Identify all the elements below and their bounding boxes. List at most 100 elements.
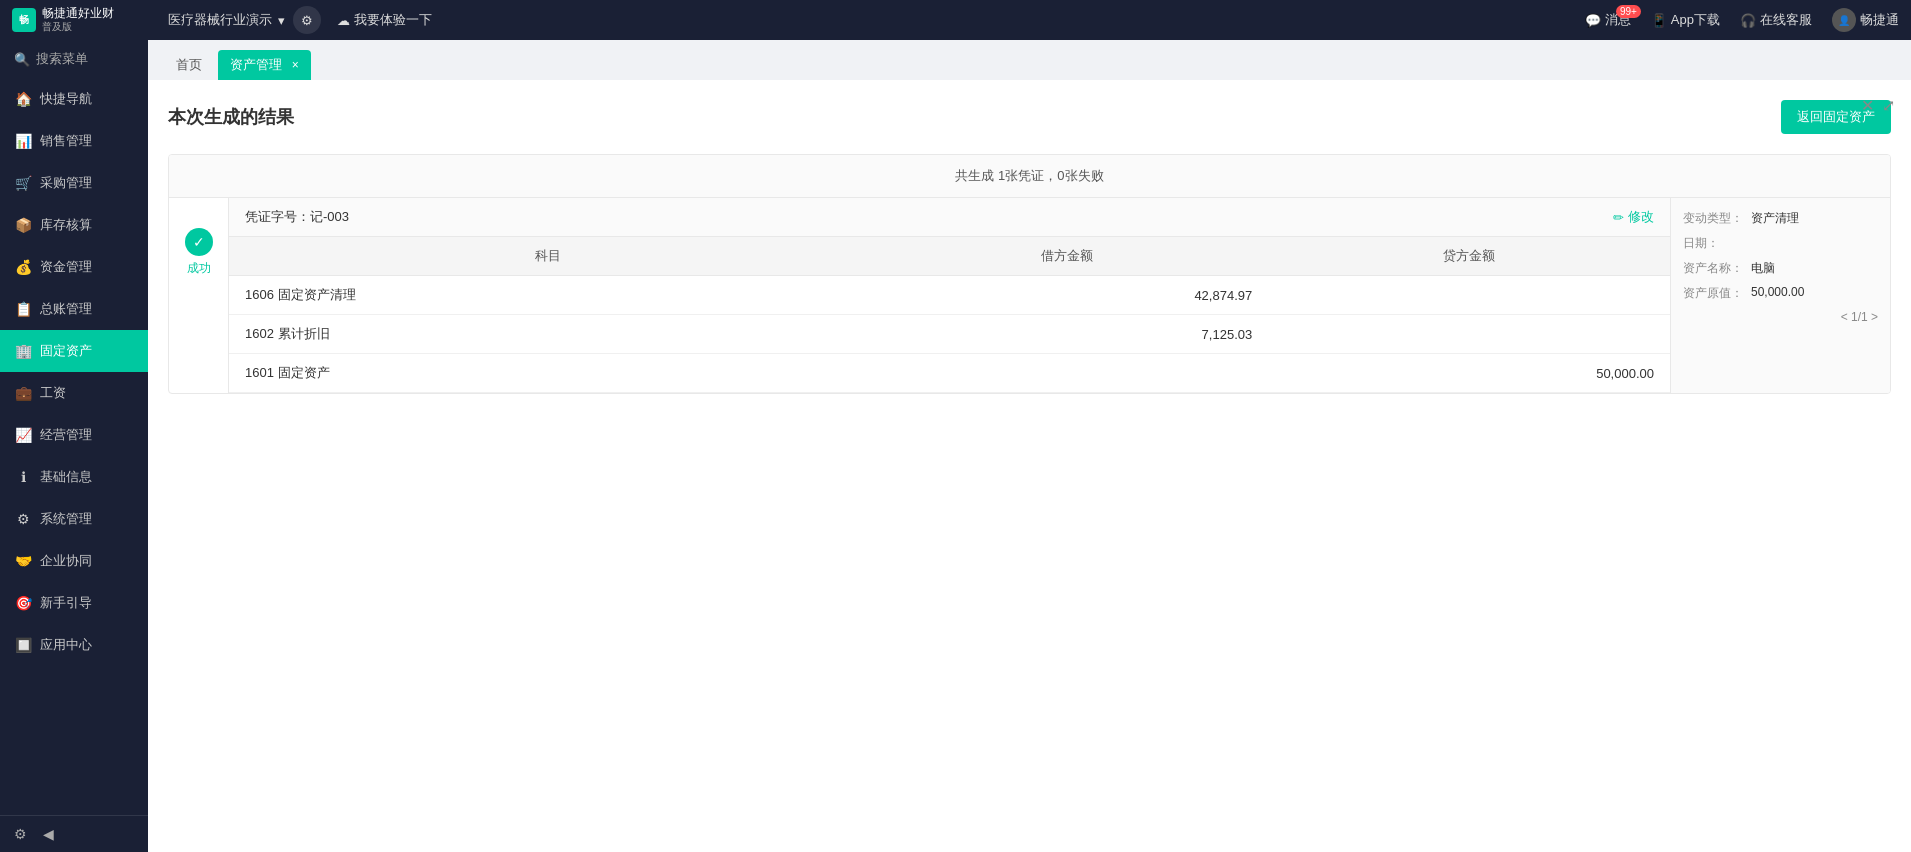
cell-debit: [866, 354, 1268, 393]
sidebar-item-label: 新手引导: [40, 594, 92, 612]
ledger-icon: 📋: [14, 300, 32, 318]
sidebar: 🔍 搜索菜单 🏠 快捷导航 📊 销售管理 🛒 采购管理 📦 库存核算 💰 资金管…: [0, 40, 148, 852]
search-icon: 🔍: [14, 52, 30, 67]
fixed-assets-icon: 🏢: [14, 342, 32, 360]
messages-button[interactable]: 💬 消息 99+: [1585, 11, 1631, 29]
sidebar-item-label: 经营管理: [40, 426, 92, 444]
customer-service-button[interactable]: 🎧 在线客服: [1740, 11, 1812, 29]
pagination[interactable]: < 1/1 >: [1683, 310, 1878, 324]
sidebar-search[interactable]: 🔍 搜索菜单: [0, 40, 148, 78]
cloud-icon: ☁: [337, 13, 350, 28]
table-row: 1602 累计折旧7,125.03: [229, 315, 1670, 354]
experience-label: 我要体验一下: [354, 11, 432, 29]
download-icon: 📱: [1651, 13, 1667, 28]
cell-credit: [1268, 315, 1670, 354]
sidebar-item-app-center[interactable]: 🔲 应用中心: [0, 624, 148, 666]
company-selector[interactable]: 医疗器械行业演示 ▾: [168, 11, 285, 29]
sidebar-item-guide[interactable]: 🎯 新手引导: [0, 582, 148, 624]
cell-debit: 42,874.97: [866, 276, 1268, 315]
edit-label: 修改: [1628, 208, 1654, 226]
change-type-value: 资产清理: [1751, 210, 1799, 227]
col-subject: 科目: [229, 237, 866, 276]
sidebar-item-label: 总账管理: [40, 300, 92, 318]
tab-label: 资产管理: [230, 57, 282, 72]
tab-close-button[interactable]: ×: [292, 58, 299, 72]
sidebar-item-system[interactable]: ⚙ 系统管理: [0, 498, 148, 540]
business-icon: 📈: [14, 426, 32, 444]
sidebar-item-payroll[interactable]: 💼 工资: [0, 372, 148, 414]
logo-sub: 普及版: [42, 20, 114, 34]
footer-settings-button[interactable]: ⚙: [14, 826, 27, 842]
home-icon: 🏠: [14, 90, 32, 108]
cell-credit: [1268, 276, 1670, 315]
main-layout: 🔍 搜索菜单 🏠 快捷导航 📊 销售管理 🛒 采购管理 📦 库存核算 💰 资金管…: [0, 40, 1911, 852]
footer-collapse-button[interactable]: ◀: [43, 826, 54, 842]
table-row: 1606 固定资产清理42,874.97: [229, 276, 1670, 315]
date-label: 日期：: [1683, 235, 1719, 252]
asset-name-label: 资产名称：: [1683, 260, 1743, 277]
asset-name-value: 电脑: [1751, 260, 1775, 277]
sidebar-item-label: 资金管理: [40, 258, 92, 276]
company-name: 医疗器械行业演示: [168, 11, 272, 29]
experience-button[interactable]: ☁ 我要体验一下: [337, 11, 432, 29]
user-menu[interactable]: 👤 畅捷通: [1832, 8, 1899, 32]
col-debit: 借方金额: [866, 237, 1268, 276]
sidebar-item-business[interactable]: 📈 经营管理: [0, 414, 148, 456]
date-row: 日期：: [1683, 235, 1878, 252]
sidebar-item-quick-nav[interactable]: 🏠 快捷导航: [0, 78, 148, 120]
user-name: 畅捷通: [1860, 11, 1899, 29]
logo-title: 畅捷通好业财: [42, 6, 114, 20]
sidebar-item-label: 应用中心: [40, 636, 92, 654]
tab-home[interactable]: 首页: [164, 50, 214, 80]
page-title: 本次生成的结果: [168, 105, 294, 129]
avatar: 👤: [1832, 8, 1856, 32]
original-value-value: 50,000.00: [1751, 285, 1804, 302]
voucher-main: 凭证字号：记-003 ✏ 修改 科目 借方金额: [229, 198, 1670, 393]
sidebar-item-sales[interactable]: 📊 销售管理: [0, 120, 148, 162]
change-type-row: 变动类型： 资产清理: [1683, 210, 1878, 227]
original-value-label: 资产原值：: [1683, 285, 1743, 302]
enterprise-icon: 🤝: [14, 552, 32, 570]
page-header: 本次生成的结果 返回固定资产: [168, 100, 1891, 134]
original-value-row: 资产原值： 50,000.00: [1683, 285, 1878, 302]
result-panel: 共生成 1张凭证，0张失败 ✓ 成功 凭证字号：记-003: [168, 154, 1891, 394]
sidebar-item-basic-info[interactable]: ℹ 基础信息: [0, 456, 148, 498]
cell-debit: 7,125.03: [866, 315, 1268, 354]
edit-button[interactable]: ✏ 修改: [1613, 208, 1654, 226]
sidebar-item-label: 固定资产: [40, 342, 92, 360]
system-icon: ⚙: [14, 510, 32, 528]
table-row: 1601 固定资产 50,000.00: [229, 354, 1670, 393]
purchase-icon: 🛒: [14, 174, 32, 192]
cell-subject: 1601 固定资产: [229, 354, 866, 393]
sidebar-item-fixed-assets[interactable]: 🏢 固定资产: [0, 330, 148, 372]
sidebar-item-label: 销售管理: [40, 132, 92, 150]
side-info-panel: 变动类型： 资产清理 日期： 资产名称： 电脑 资产原值：: [1670, 198, 1890, 393]
voucher-container: ✓ 成功 凭证字号：记-003 ✏ 修改: [169, 198, 1890, 393]
app-center-icon: 🔲: [14, 636, 32, 654]
voucher-header-row: 凭证字号：记-003 ✏ 修改: [229, 198, 1670, 237]
sidebar-item-funds[interactable]: 💰 资金管理: [0, 246, 148, 288]
sidebar-item-purchase[interactable]: 🛒 采购管理: [0, 162, 148, 204]
guide-icon: 🎯: [14, 594, 32, 612]
content-area: 首页 资产管理 × ✕ ⤢ 本次生成的结果 返回固定资产 共生成 1张凭证，0张…: [148, 40, 1911, 852]
app-download-label: App下载: [1671, 11, 1720, 29]
cell-credit: 50,000.00: [1268, 354, 1670, 393]
sidebar-item-ledger[interactable]: 📋 总账管理: [0, 288, 148, 330]
inventory-icon: 📦: [14, 216, 32, 234]
page-content: ✕ ⤢ 本次生成的结果 返回固定资产 共生成 1张凭证，0张失败 ✓ 成功: [148, 80, 1911, 852]
voucher-number: 凭证字号：记-003: [245, 208, 349, 226]
app-download-button[interactable]: 📱 App下载: [1651, 11, 1720, 29]
settings-button[interactable]: ⚙: [293, 6, 321, 34]
sidebar-search-label: 搜索菜单: [36, 50, 88, 68]
customer-service-label: 在线客服: [1760, 11, 1812, 29]
sidebar-item-label: 工资: [40, 384, 66, 402]
sidebar-item-enterprise[interactable]: 🤝 企业协同: [0, 540, 148, 582]
messages-badge: 99+: [1616, 5, 1641, 18]
sidebar-item-inventory[interactable]: 📦 库存核算: [0, 204, 148, 246]
sidebar-footer: ⚙ ◀: [0, 815, 148, 852]
asset-name-row: 资产名称： 电脑: [1683, 260, 1878, 277]
tab-asset-management[interactable]: 资产管理 ×: [218, 50, 311, 80]
headset-icon: 🎧: [1740, 13, 1756, 28]
close-button[interactable]: ✕: [1861, 96, 1874, 115]
expand-button[interactable]: ⤢: [1882, 96, 1895, 115]
